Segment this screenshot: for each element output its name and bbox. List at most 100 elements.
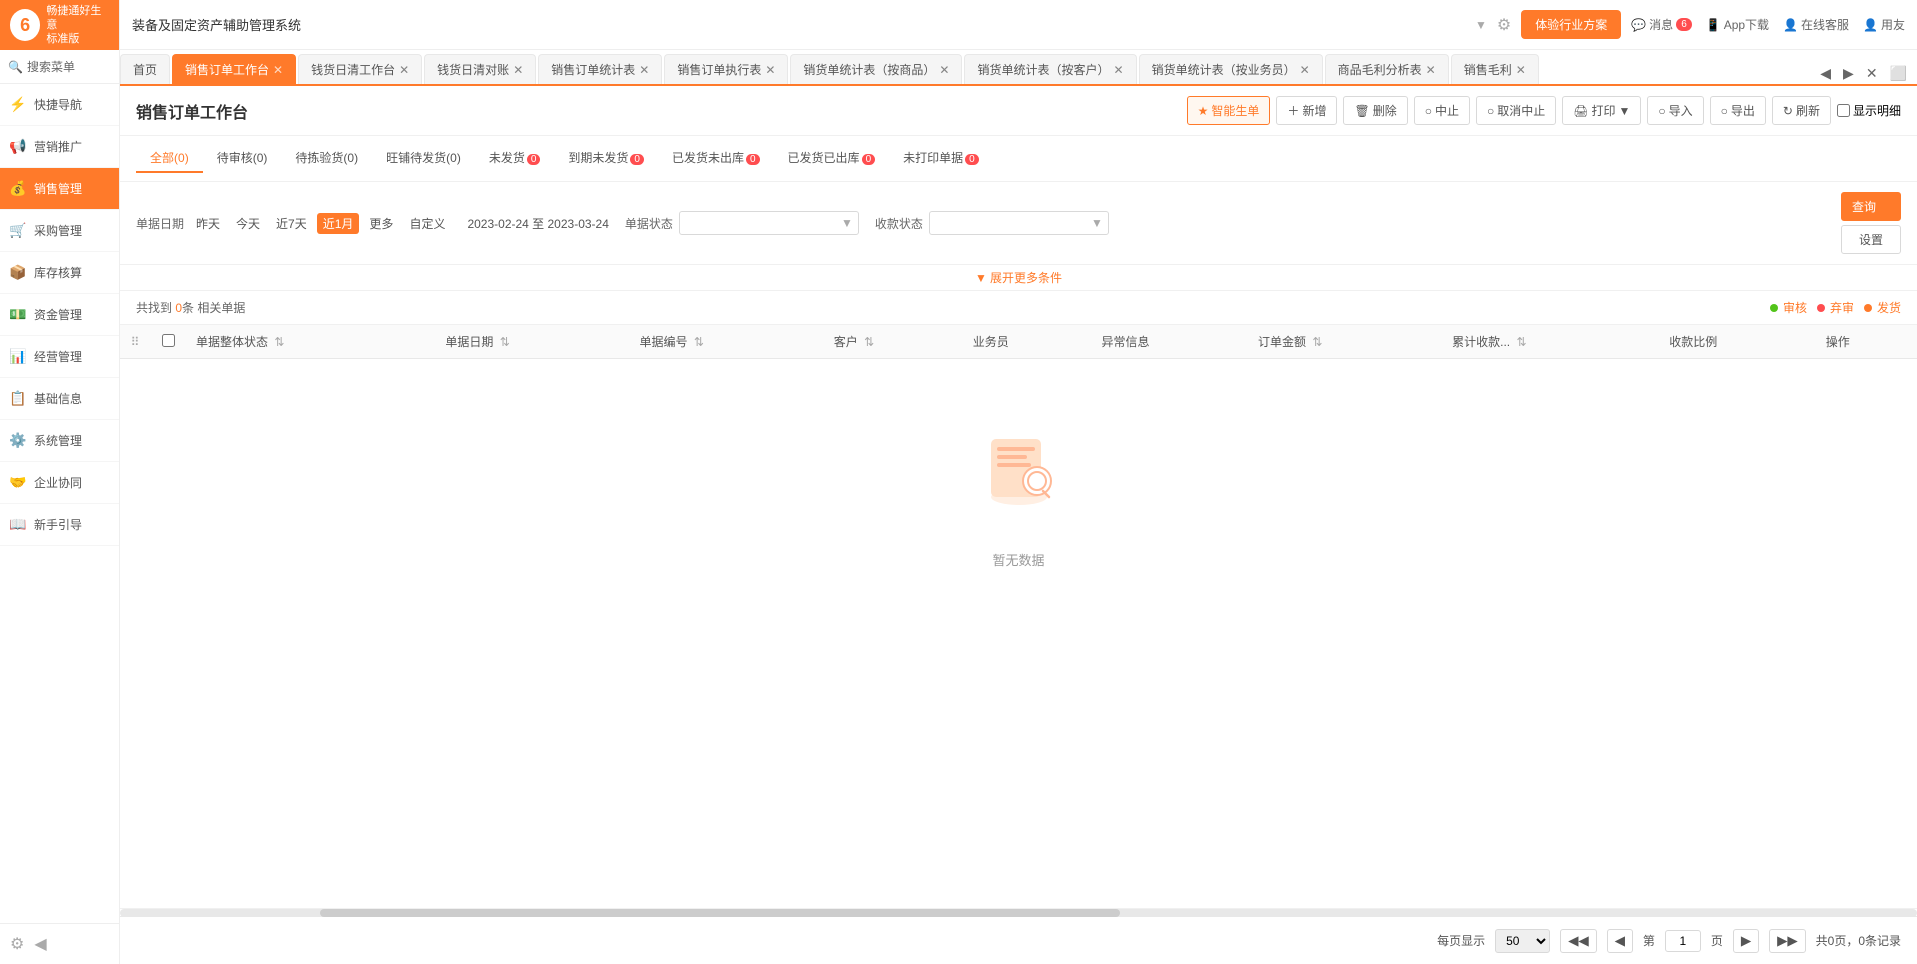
close-tab-cash-icon[interactable]: ✕ (399, 63, 409, 77)
date-1month[interactable]: 近1月 (317, 213, 360, 234)
page-input[interactable] (1665, 930, 1701, 952)
date-more[interactable]: 更多 (363, 213, 399, 234)
smart-create-btn[interactable]: ★ 智能生单 (1187, 96, 1271, 125)
tab-staff-stats[interactable]: 销货单统计表（按业务员） ✕ (1139, 54, 1323, 84)
online-service-action[interactable]: 👤 在线客服 (1783, 16, 1849, 33)
close-tab-stats-icon[interactable]: ✕ (639, 63, 649, 77)
subtab-shipped-out[interactable]: 已发货已出库0 (774, 144, 890, 173)
close-tab-exec-icon[interactable]: ✕ (765, 63, 775, 77)
tab-customer-stats[interactable]: 销货单统计表（按客户） ✕ (964, 54, 1136, 84)
tab-sales-stats[interactable]: 销售订单统计表 ✕ (538, 54, 662, 84)
tab-sales-exec[interactable]: 销售订单执行表 ✕ (664, 54, 788, 84)
cancel-stop-btn[interactable]: ○ 取消中止 (1476, 96, 1556, 125)
col-amount[interactable]: 订单金额 ⇅ (1248, 325, 1442, 359)
close-tab-reconcile-icon[interactable]: ✕ (513, 63, 523, 77)
export-btn[interactable]: ○ 导出 (1710, 96, 1766, 125)
date-yesterday[interactable]: 昨天 (190, 213, 226, 234)
user-action[interactable]: 👤 用友 (1863, 16, 1905, 33)
next-page-btn[interactable]: ▶ (1733, 929, 1759, 953)
close-tab-sp-icon[interactable]: ✕ (1516, 63, 1526, 77)
tab-close-all-icon[interactable]: ✕ (1862, 63, 1882, 84)
audit-action[interactable]: 审核 (1770, 299, 1807, 316)
sidebar-item-sales[interactable]: 💰 销售管理 (0, 168, 119, 210)
sidebar-item-finance[interactable]: 💵 资金管理 (0, 294, 119, 336)
tab-sales-workbench[interactable]: 销售订单工作台 ✕ (172, 54, 296, 84)
service-icon: 👤 (1783, 18, 1798, 32)
col-date[interactable]: 单据日期 ⇅ (435, 325, 629, 359)
close-tab-profit-icon[interactable]: ✕ (1426, 63, 1436, 77)
sidebar-item-collab[interactable]: 🤝 企业协同 (0, 462, 119, 504)
sidebar-search[interactable]: 🔍 搜索菜单 (0, 50, 119, 84)
app-download-action[interactable]: 📱 App下载 (1706, 16, 1769, 33)
tab-goods-stats[interactable]: 销货单统计表（按商品） ✕ (790, 54, 962, 84)
tab-sales-profit[interactable]: 销售毛利 ✕ (1451, 54, 1539, 84)
sidebar-item-marketing[interactable]: 📢 营销推广 (0, 126, 119, 168)
last-page-btn[interactable]: ▶▶ (1769, 929, 1806, 953)
close-tab-customer-icon[interactable]: ✕ (1114, 63, 1124, 77)
date-today[interactable]: 今天 (230, 213, 266, 234)
filter-settings-btn[interactable]: 设置 (1841, 225, 1901, 254)
sidebar-item-system[interactable]: ⚙️ 系统管理 (0, 420, 119, 462)
close-tab-goods-icon[interactable]: ✕ (939, 63, 949, 77)
sidebar-item-operations[interactable]: 📊 经营管理 (0, 336, 119, 378)
first-page-btn[interactable]: ◀◀ (1560, 929, 1597, 953)
print-btn[interactable]: 🖨 打印 ▼ (1562, 96, 1641, 125)
delete-btn[interactable]: 🗑 删除 (1343, 96, 1407, 125)
col-customer[interactable]: 客户 ⇅ (824, 325, 963, 359)
date-7days[interactable]: 近7天 (270, 213, 313, 234)
sidebar-item-inventory[interactable]: 📦 库存核算 (0, 252, 119, 294)
tab-profit[interactable]: 商品毛利分析表 ✕ (1325, 54, 1449, 84)
sidebar-item-basic-info[interactable]: 📋 基础信息 (0, 378, 119, 420)
industry-btn[interactable]: 体验行业方案 (1521, 10, 1621, 39)
query-btn[interactable]: 查询 (1841, 192, 1901, 221)
subtab-pending-review[interactable]: 待审核(0) (203, 144, 282, 173)
overdue-badge: 0 (630, 154, 644, 165)
sidebar-item-purchase[interactable]: 🛒 采购管理 (0, 210, 119, 252)
tab-reconcile[interactable]: 钱货日清对账 ✕ (424, 54, 536, 84)
tab-expand-icon[interactable]: ⬜ (1886, 63, 1911, 84)
close-tab-icon[interactable]: ✕ (273, 63, 283, 77)
ship-action[interactable]: 发货 (1864, 299, 1901, 316)
select-all-checkbox[interactable] (162, 334, 175, 347)
col-cumulative[interactable]: 累计收款... ⇅ (1442, 325, 1659, 359)
close-tab-staff-icon[interactable]: ✕ (1300, 63, 1310, 77)
status-select[interactable] (679, 211, 859, 235)
horizontal-scrollbar[interactable] (120, 908, 1917, 916)
add-btn[interactable]: ＋ 新增 (1276, 96, 1337, 125)
col-overall-status[interactable]: 单据整体状态 ⇅ (186, 325, 435, 359)
message-action[interactable]: 💬 消息 6 (1631, 16, 1692, 33)
tab-cash-daily[interactable]: 钱货日清工作台 ✕ (298, 54, 422, 84)
sidebar-item-guide[interactable]: 📖 新手引导 (0, 504, 119, 546)
tab-next-icon[interactable]: ▶ (1839, 63, 1858, 84)
show-detail-label[interactable]: 显示明细 (1837, 102, 1901, 119)
audit-dot (1770, 304, 1778, 312)
subtab-wangpu[interactable]: 旺铺待发货(0) (372, 144, 475, 173)
subtab-shipped-not-out[interactable]: 已发货未出库0 (658, 144, 774, 173)
collapse-icon[interactable]: ◀ (34, 934, 46, 954)
per-page-select[interactable]: 50 10 20 100 (1495, 929, 1550, 953)
tab-prev-icon[interactable]: ◀ (1816, 63, 1835, 84)
status-filter: 单据状态 ▼ (625, 211, 859, 235)
gear-settings-icon[interactable]: ⚙ (1497, 15, 1511, 35)
subtab-pending-pick[interactable]: 待拣验货(0) (281, 144, 372, 173)
stop-btn[interactable]: ○ 中止 (1414, 96, 1470, 125)
settings-icon[interactable]: ⚙ (10, 934, 24, 954)
subtab-unshipped[interactable]: 未发货0 (475, 144, 555, 173)
col-number[interactable]: 单据编号 ⇅ (630, 325, 824, 359)
prev-page-btn[interactable]: ◀ (1607, 929, 1633, 953)
date-custom[interactable]: 自定义 (403, 213, 451, 234)
tab-home[interactable]: 首页 (120, 54, 170, 84)
show-detail-checkbox[interactable] (1837, 104, 1850, 117)
refresh-btn[interactable]: ↻ 刷新 (1772, 96, 1831, 125)
cancel-audit-action[interactable]: 弃审 (1817, 299, 1854, 316)
dropdown-icon[interactable]: ▼ (1475, 18, 1487, 32)
expand-more-btn[interactable]: ▼ 展开更多条件 (975, 269, 1062, 286)
import-btn[interactable]: ○ 导入 (1647, 96, 1703, 125)
subtab-overdue-unshipped[interactable]: 到期未发货0 (554, 144, 658, 173)
sidebar-item-quick-nav[interactable]: ⚡ 快捷导航 (0, 84, 119, 126)
checkbox-col-header[interactable] (150, 325, 186, 359)
subtab-all[interactable]: 全部(0) (136, 144, 203, 173)
scrollbar-thumb[interactable] (320, 909, 1120, 917)
payment-select[interactable] (929, 211, 1109, 235)
subtab-unprinted[interactable]: 未打印单据0 (889, 144, 993, 173)
